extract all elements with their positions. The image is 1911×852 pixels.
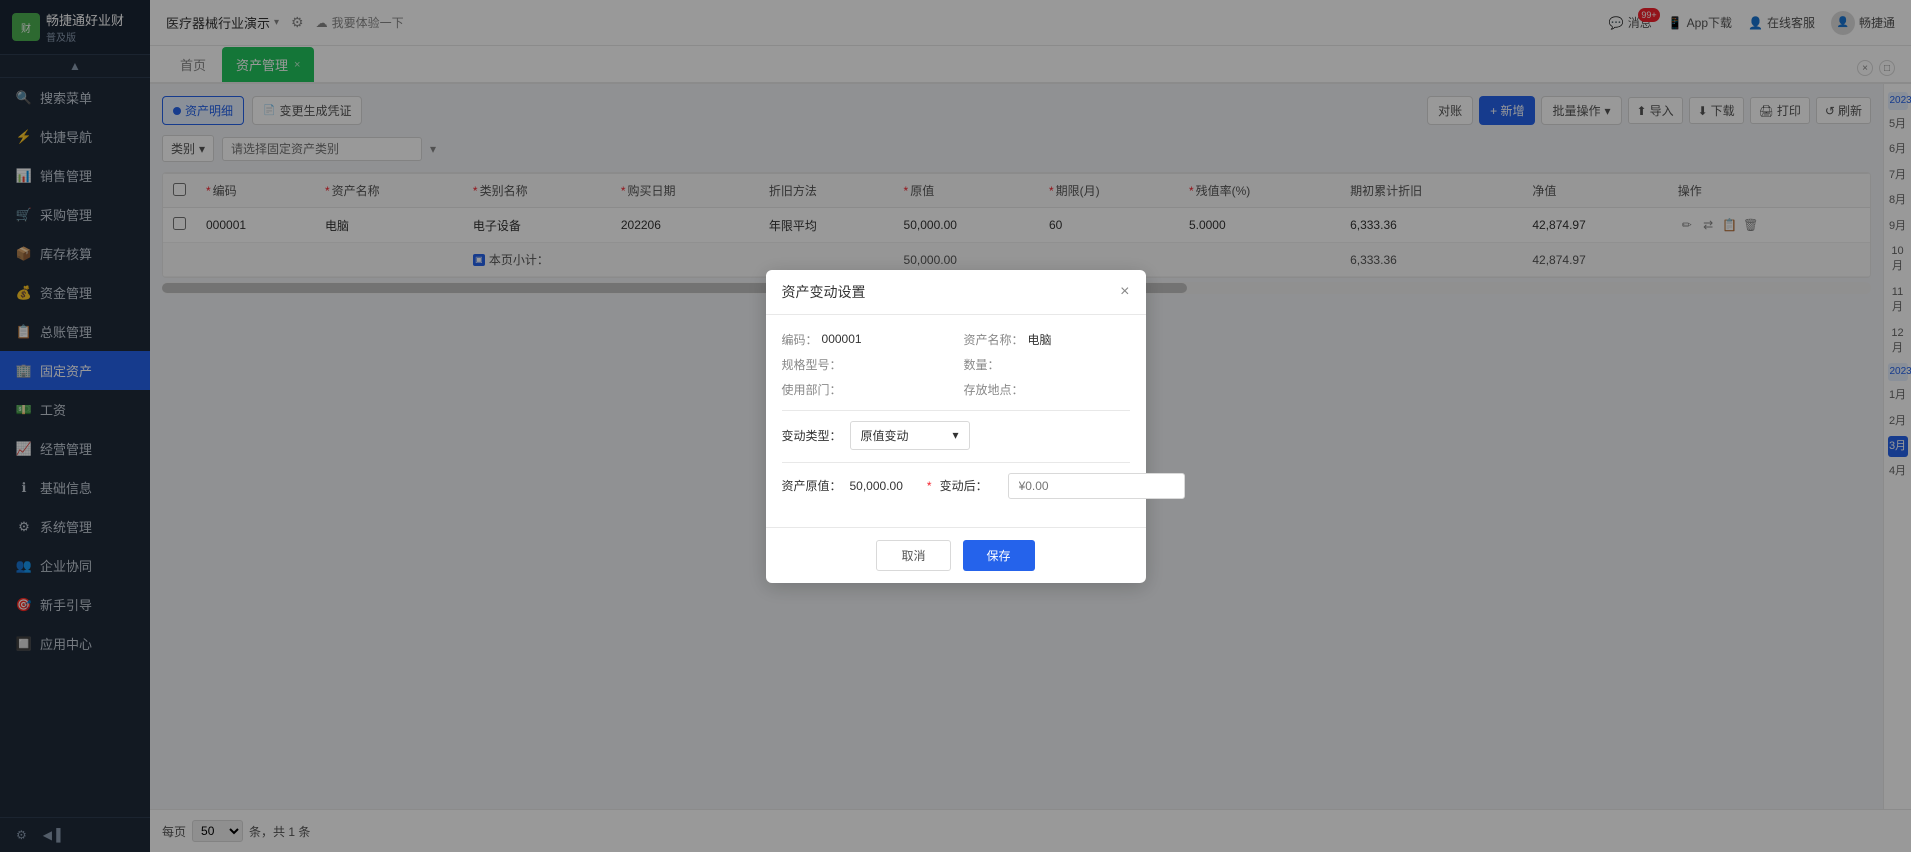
modal-close-btn[interactable]: × [1120, 283, 1129, 301]
modal-dept-label: 使用部门： [782, 381, 842, 398]
modal-info-grid: 编码： 000001 资产名称： 电脑 规格型号： 数量： 使用部门： [782, 331, 1130, 398]
modal-footer: 取消 保存 [766, 527, 1146, 583]
modal-quantity-item: 数量： [964, 356, 1130, 373]
modal-after-label: 变动后： [940, 477, 1000, 494]
modal-change-type-label: 变动类型： [782, 427, 842, 444]
modal-divider-1 [782, 410, 1130, 411]
cancel-button[interactable]: 取消 [876, 540, 950, 571]
modal-original-value-label: 资产原值： [782, 477, 842, 494]
modal-change-type-select[interactable]: 原值变动 ▾ [850, 421, 970, 450]
modal-title: 资产变动设置 [782, 282, 866, 302]
modal-code-item: 编码： 000001 [782, 331, 948, 348]
modal-code-label: 编码： [782, 331, 818, 348]
modal-dept-item: 使用部门： [782, 381, 948, 398]
modal-after-required: * [927, 479, 932, 493]
modal-original-value-value: 50,000.00 [850, 479, 903, 493]
modal-divider-2 [782, 462, 1130, 463]
modal-change-type-value: 原值变动 [861, 427, 909, 444]
modal-location-label: 存放地点： [964, 381, 1024, 398]
modal-change-type-arrow-icon: ▾ [952, 428, 958, 442]
modal-code-value: 000001 [822, 332, 862, 346]
modal-overlay: 资产变动设置 × 编码： 000001 资产名称： 电脑 规格型号： 数量： [0, 0, 1911, 852]
modal-spec-label: 规格型号： [782, 356, 842, 373]
modal-spec-item: 规格型号： [782, 356, 948, 373]
modal-name-item: 资产名称： 电脑 [964, 331, 1130, 348]
save-button[interactable]: 保存 [963, 540, 1035, 571]
modal-original-value-field: 资产原值： 50,000.00 * 变动后： [782, 473, 1130, 499]
modal-header: 资产变动设置 × [766, 270, 1146, 315]
modal-quantity-label: 数量： [964, 356, 1000, 373]
asset-change-modal: 资产变动设置 × 编码： 000001 资产名称： 电脑 规格型号： 数量： [766, 270, 1146, 583]
modal-name-value: 电脑 [1028, 331, 1052, 348]
modal-change-type-field: 变动类型： 原值变动 ▾ [782, 421, 1130, 450]
modal-after-input[interactable] [1008, 473, 1185, 499]
modal-name-label: 资产名称： [964, 331, 1024, 348]
modal-location-item: 存放地点： [964, 381, 1130, 398]
modal-body: 编码： 000001 资产名称： 电脑 规格型号： 数量： 使用部门： [766, 315, 1146, 527]
